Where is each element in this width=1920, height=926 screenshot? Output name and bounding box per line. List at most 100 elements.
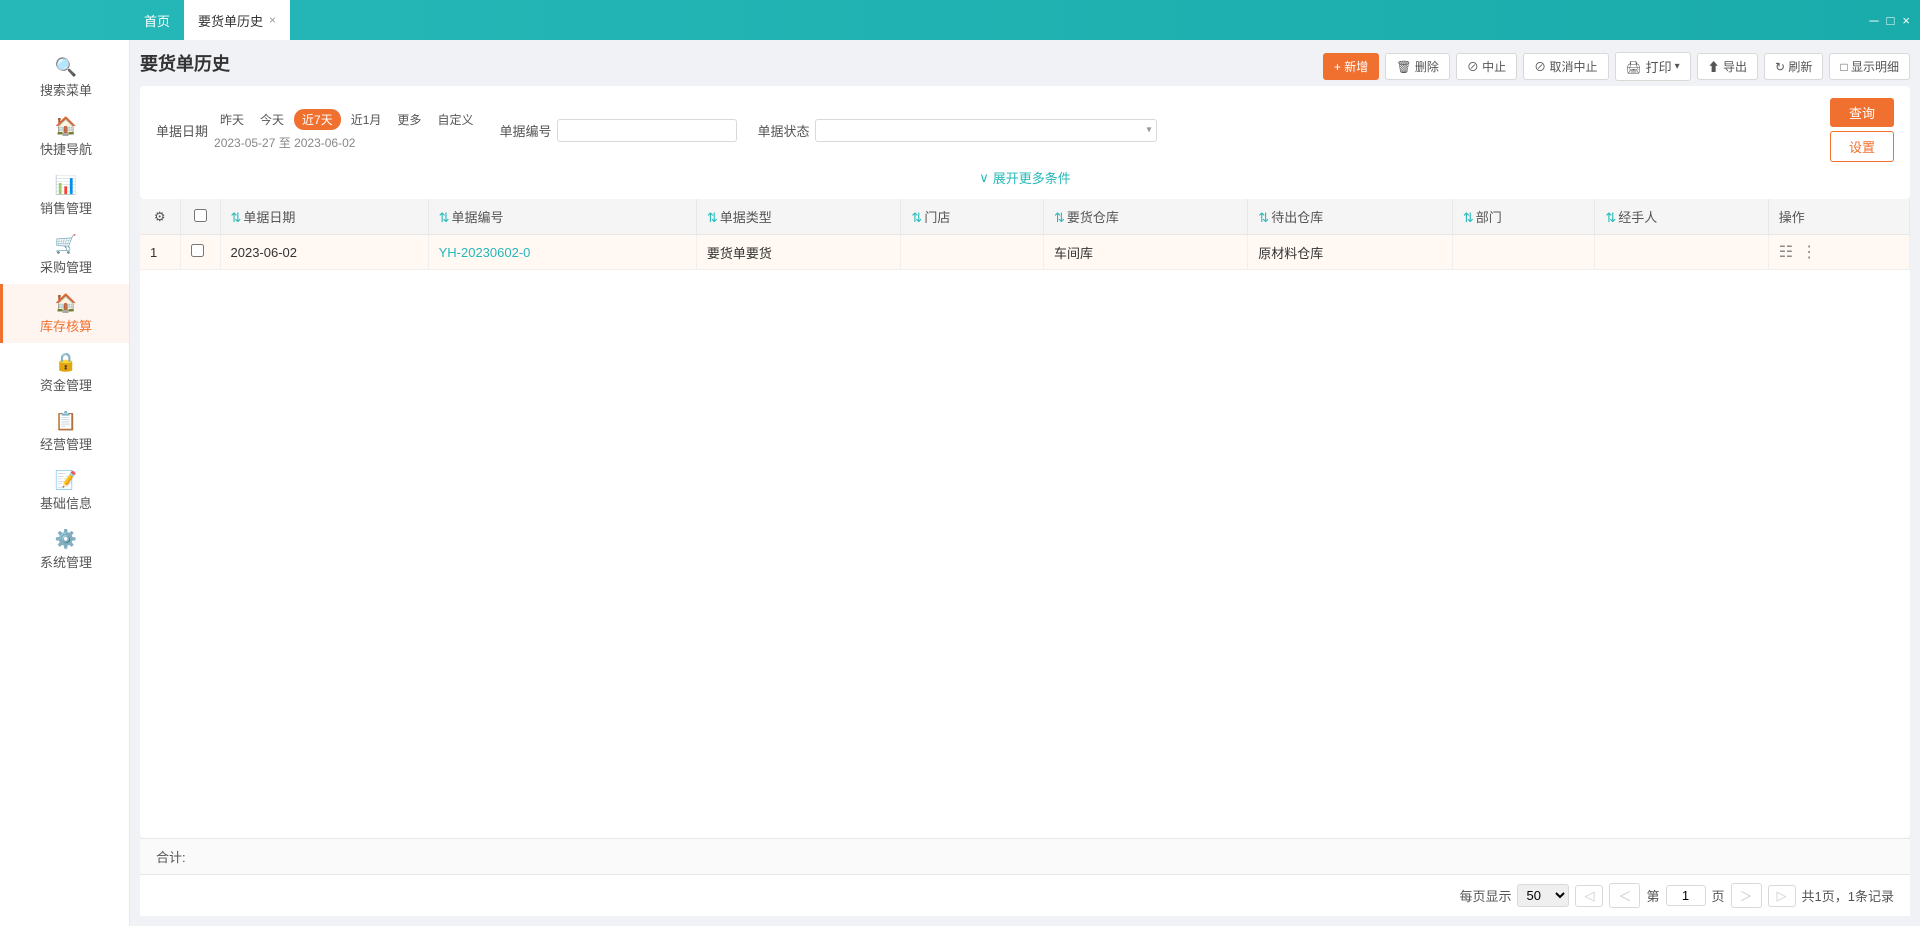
row-more-icon[interactable]: ⋮ <box>1801 242 1817 262</box>
minimize-icon[interactable]: ─ <box>1869 13 1878 28</box>
sort-icon-req[interactable]: ⇅ <box>1054 210 1065 225</box>
first-page-btn[interactable]: ◁ <box>1575 885 1603 907</box>
sidebar: 🔍 搜索菜单 🏠 快捷导航 📊 销售管理 🛒 采购管理 🏠 库存核算 🔒 资金管… <box>0 40 130 926</box>
date-btn-7days[interactable]: 近7天 <box>294 109 341 130</box>
order-no-label: 单据编号 <box>499 121 551 140</box>
top-nav: 首页 要货单历史 × ─ □ × <box>0 0 1920 40</box>
last-page-btn[interactable]: ▷ <box>1768 885 1796 907</box>
sort-icon-dept[interactable]: ⇅ <box>1463 210 1474 225</box>
date-filter-label: 单据日期 <box>156 121 208 140</box>
finance-mgmt-icon: 🔒 <box>55 353 77 371</box>
status-dropdown-icon[interactable]: ▾ <box>1146 125 1151 136</box>
row-index: 1 <box>140 235 180 270</box>
col-settings: ⚙ <box>140 199 180 235</box>
sort-icon-type[interactable]: ⇅ <box>707 210 718 225</box>
action-buttons: 查询 设置 <box>1830 98 1894 162</box>
tab-requisition-history[interactable]: 要货单历史 × <box>184 0 290 40</box>
basic-info-icon: 📝 <box>55 471 77 489</box>
col-pending-warehouse-label: 待出仓库 <box>1271 210 1323 225</box>
col-store: ⇅门店 <box>901 199 1044 235</box>
stop-button[interactable]: ⊘ 中止 <box>1456 53 1517 80</box>
order-status-label: 单据状态 <box>757 121 809 140</box>
date-btn-today[interactable]: 今天 <box>254 109 290 130</box>
tab-requisition-history-label: 要货单历史 <box>198 11 263 30</box>
sidebar-item-finance-mgmt[interactable]: 🔒 资金管理 <box>0 343 129 402</box>
table-footer: 合计: <box>140 838 1910 874</box>
next-page-btn[interactable]: ＞ <box>1731 883 1762 908</box>
display-detail-button[interactable]: □ 显示明细 <box>1829 53 1910 80</box>
pagination: 每页显示 50 100 200 ◁ ＜ 第 页 ＞ ▷ 共1页，1条记录 <box>140 874 1910 916</box>
date-btn-1month[interactable]: 近1月 <box>345 109 388 130</box>
table-row: 1 2023-06-02 YH-20230602-0 要货单要货 车间库 原材料… <box>140 235 1910 270</box>
ops-mgmt-icon: 📋 <box>55 412 77 430</box>
sidebar-item-label: 资金管理 <box>40 375 92 394</box>
sort-icon-date[interactable]: ⇅ <box>231 210 242 225</box>
sort-icon-no[interactable]: ⇅ <box>439 210 450 225</box>
col-department: ⇅部门 <box>1452 199 1595 235</box>
sidebar-item-basic-info[interactable]: 📝 基础信息 <box>0 461 129 520</box>
sort-icon-handler[interactable]: ⇅ <box>1605 210 1616 225</box>
prev-page-btn[interactable]: ＜ <box>1609 883 1640 908</box>
sidebar-item-system-mgmt[interactable]: ⚙️ 系统管理 <box>0 520 129 579</box>
filter-row: 单据日期 昨天 今天 近7天 近1月 更多 自定义 2023-05-27 至 2… <box>156 98 1894 162</box>
delete-button[interactable]: 🗑 删除 <box>1385 53 1450 80</box>
filter-panel: 单据日期 昨天 今天 近7天 近1月 更多 自定义 2023-05-27 至 2… <box>140 86 1910 199</box>
row-date: 2023-06-02 <box>220 235 428 270</box>
page-input[interactable] <box>1666 885 1706 906</box>
system-mgmt-icon: ⚙️ <box>55 530 77 548</box>
per-page-label: 每页显示 <box>1459 886 1511 905</box>
row-handler <box>1595 235 1768 270</box>
col-actions-label: 操作 <box>1779 210 1805 225</box>
sidebar-item-label: 销售管理 <box>40 198 92 217</box>
sidebar-item-purchase-mgmt[interactable]: 🛒 采购管理 <box>0 225 129 284</box>
query-button[interactable]: 查询 <box>1830 98 1894 127</box>
new-button[interactable]: + 新增 <box>1323 53 1379 80</box>
date-btn-yesterday[interactable]: 昨天 <box>214 109 250 130</box>
setting-button[interactable]: 设置 <box>1830 131 1894 162</box>
tab-home[interactable]: 首页 <box>130 0 184 40</box>
print-button[interactable]: 🖨 打印 ▾ <box>1615 52 1691 81</box>
maximize-icon[interactable]: □ <box>1887 13 1895 28</box>
quick-nav-icon: 🏠 <box>55 117 77 135</box>
page-unit: 页 <box>1712 886 1725 905</box>
sidebar-item-label: 经营管理 <box>40 434 92 453</box>
cancel-stop-button[interactable]: ⊘ 取消中止 <box>1523 53 1608 80</box>
per-page-select[interactable]: 50 100 200 <box>1517 884 1569 907</box>
order-no-input[interactable] <box>557 119 737 142</box>
sort-icon-pending[interactable]: ⇅ <box>1258 210 1269 225</box>
sidebar-item-label: 系统管理 <box>40 552 92 571</box>
content-area: 要货单历史 + 新增 🗑 删除 ⊘ 中止 ⊘ 取消中止 🖨 打印 ▾ ⬆ 导出 … <box>130 40 1920 926</box>
sidebar-item-inventory[interactable]: 🏠 库存核算 <box>0 284 129 343</box>
row-pending-warehouse: 原材料仓库 <box>1248 235 1453 270</box>
table-header-row: ⚙ ⇅单据日期 ⇅单据编号 ⇅单据类型 ⇅门店 ⇅要货仓库 ⇅待出仓库 ⇅部门 … <box>140 199 1910 235</box>
close-icon[interactable]: × <box>1902 13 1910 28</box>
export-button[interactable]: ⬆ 导出 <box>1697 53 1758 80</box>
sidebar-item-sales-mgmt[interactable]: 📊 销售管理 <box>0 166 129 225</box>
tab-close-icon[interactable]: × <box>269 13 276 27</box>
row-actions: ☷ ⋮ <box>1768 235 1909 270</box>
date-btn-custom[interactable]: 自定义 <box>431 109 479 130</box>
row-no-link[interactable]: YH-20230602-0 <box>439 245 531 260</box>
table-container: ⚙ ⇅单据日期 ⇅单据编号 ⇅单据类型 ⇅门店 ⇅要货仓库 ⇅待出仓库 ⇅部门 … <box>140 199 1910 838</box>
data-table: ⚙ ⇅单据日期 ⇅单据编号 ⇅单据类型 ⇅门店 ⇅要货仓库 ⇅待出仓库 ⇅部门 … <box>140 199 1910 270</box>
row-select-checkbox[interactable] <box>191 244 204 257</box>
order-status-input[interactable] <box>815 119 1157 142</box>
sort-icon-store[interactable]: ⇅ <box>911 210 922 225</box>
sidebar-item-search-menu[interactable]: 🔍 搜索菜单 <box>0 48 129 107</box>
main-layout: 🔍 搜索菜单 🏠 快捷导航 📊 销售管理 🛒 采购管理 🏠 库存核算 🔒 资金管… <box>0 40 1920 926</box>
date-btn-more[interactable]: 更多 <box>391 109 427 130</box>
select-all-checkbox[interactable] <box>194 209 207 222</box>
col-handler-label: 经手人 <box>1618 210 1657 225</box>
refresh-button[interactable]: ↻ 刷新 <box>1764 53 1823 80</box>
row-edit-icon[interactable]: ☷ <box>1779 242 1793 262</box>
sidebar-item-quick-nav[interactable]: 🏠 快捷导航 <box>0 107 129 166</box>
print-dropdown-icon[interactable]: ▾ <box>1675 61 1680 72</box>
page-title: 要货单历史 <box>140 50 230 76</box>
col-store-label: 门店 <box>924 210 950 225</box>
search-menu-icon: 🔍 <box>55 58 77 76</box>
expand-more-btn[interactable]: ∨ 展开更多条件 <box>156 168 1894 187</box>
order-no-filter-group: 单据编号 <box>499 119 737 142</box>
sidebar-item-label: 基础信息 <box>40 493 92 512</box>
sidebar-item-ops-mgmt[interactable]: 📋 经营管理 <box>0 402 129 461</box>
sidebar-item-label: 快捷导航 <box>40 139 92 158</box>
